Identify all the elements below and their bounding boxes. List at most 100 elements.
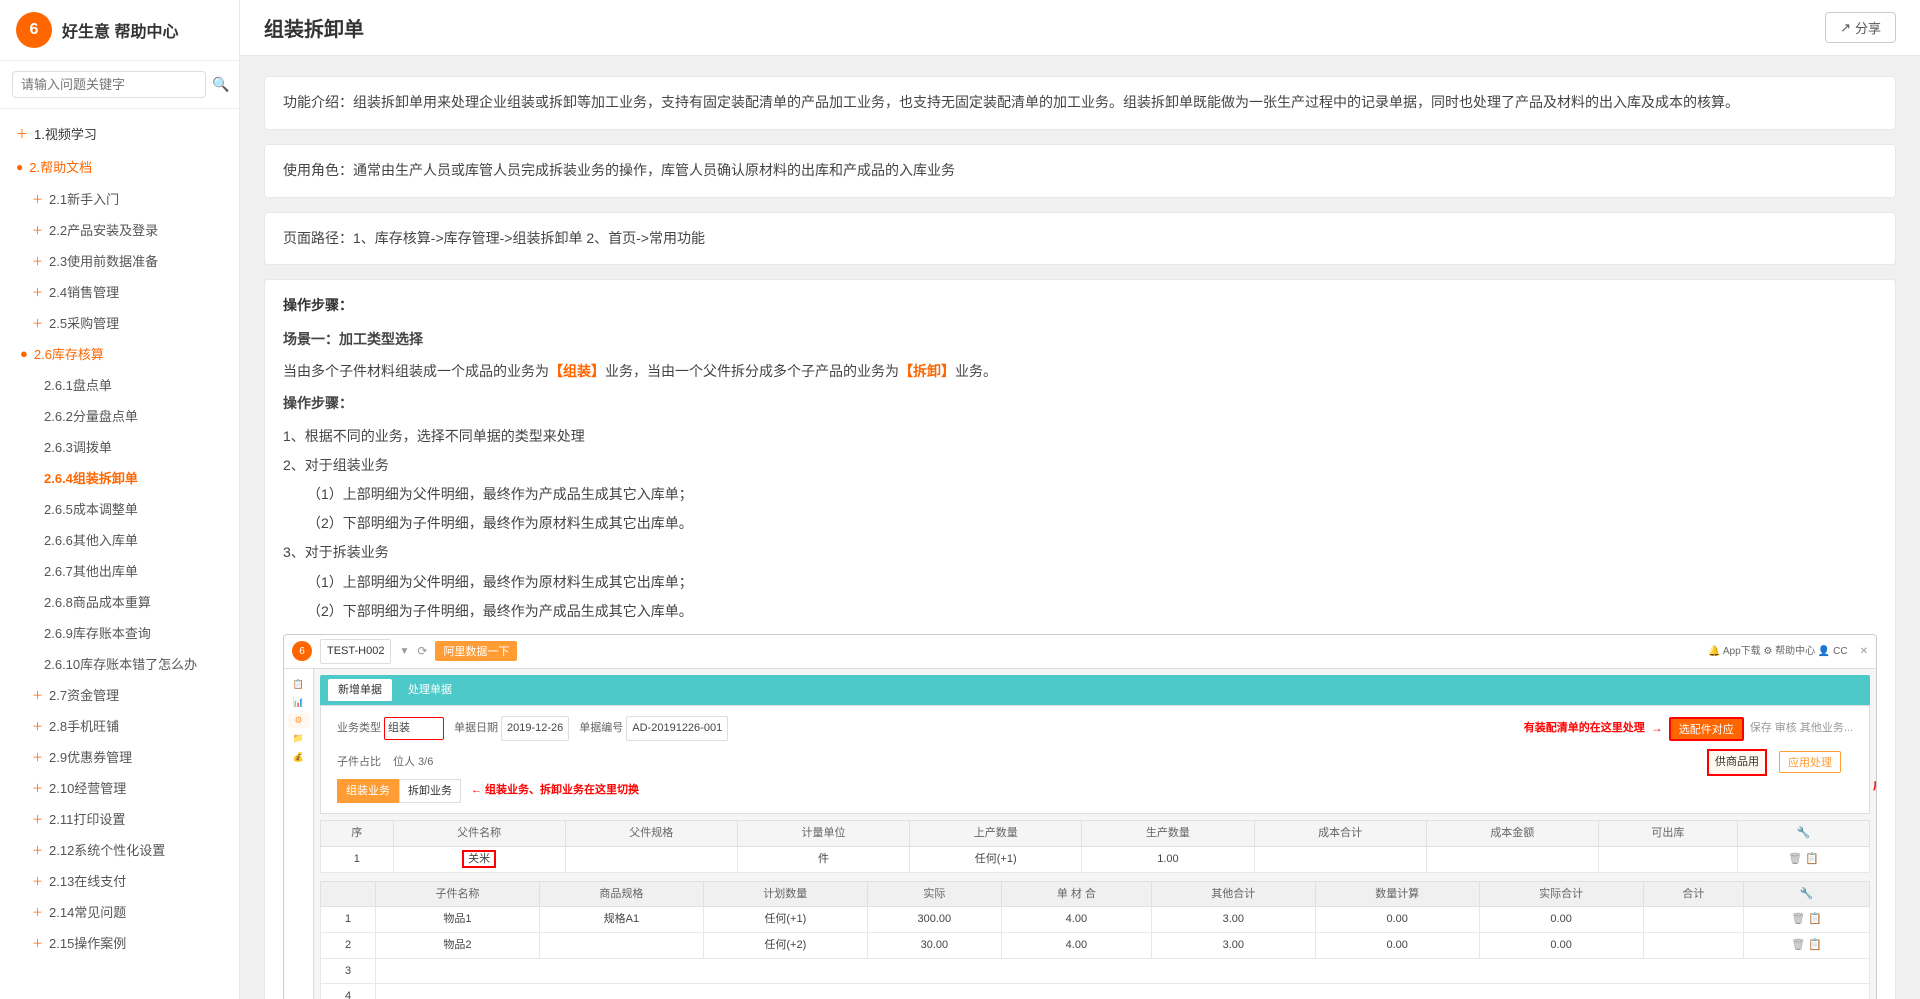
table1-cell-0-1: 关米 <box>393 847 565 873</box>
nav-item-267[interactable]: 2.6.7其他出库单 <box>0 555 239 586</box>
nav-group-label-2: 2.帮助文档 <box>29 157 92 176</box>
nav-item-212[interactable]: ＋ 2.12系统个性化设置 <box>0 834 239 865</box>
table1-cell-0-5: 1.00 <box>1082 847 1254 873</box>
search-input[interactable] <box>12 71 206 98</box>
step-3-2: （2）下部明细为子件明细，最终作为产成品生成其它入库单。 <box>307 599 1877 624</box>
table1-th-6: 成本合计 <box>1254 821 1426 847</box>
path-text: 页面路径：1、库存核算->库存管理->组装拆卸单 2、首页->常用功能 <box>283 227 1877 251</box>
nav-item-268[interactable]: 2.6.8商品成本重算 <box>0 586 239 617</box>
expand-icon-212: ＋ <box>32 842 43 858</box>
steps-card: 操作步骤： 场景一：加工类型选择 当由多个子件材料组装成一个成品的业务为【组装】… <box>264 279 1896 999</box>
expand-icon-23: ＋ <box>32 253 43 269</box>
step-3: 3、对于拆装业务 <box>283 540 1877 565</box>
screenshot-select-btn[interactable]: 选配件对应 <box>1669 717 1744 741</box>
nav-group-title-2[interactable]: ● 2.帮助文档 <box>0 150 239 183</box>
nav-item-23[interactable]: ＋ 2.3使用前数据准备 <box>0 245 239 276</box>
annotation1-group: 有装配清单的在这里处理 → 选配件对应 保存 审核 其他业务... <box>1524 717 1853 741</box>
nav-label-211: 2.11打印设置 <box>49 809 125 828</box>
screenshot-apply-btn[interactable]: 应用处理 <box>1779 751 1841 773</box>
table2-cell-3-0: 4 <box>321 984 376 999</box>
content-area: 功能介绍：组装拆卸单用来处理企业组装或拆卸等加工业务，支持有固定装配清单的产品加… <box>240 56 1920 999</box>
screenshot-table2-container: 子件名称 商品规格 计划数量 实际 单 材 合 其他合计 数量计算 实际合计 <box>320 877 1870 999</box>
nav-item-213[interactable]: ＋ 2.13在线支付 <box>0 865 239 896</box>
page-title: 组装拆卸单 <box>264 13 364 42</box>
table2-th-6: 其他合计 <box>1151 881 1315 907</box>
table2-row-1: 2 物品2 任何(+2) 30.00 4.00 3.00 0.00 <box>321 933 1870 959</box>
table2-cell-1-4: 30.00 <box>867 933 1001 959</box>
nav-item-269[interactable]: 2.6.9库存账本查询 <box>0 617 239 648</box>
expand-icon-27: ＋ <box>32 687 43 703</box>
nav-item-22[interactable]: ＋ 2.2产品安装及登录 <box>0 214 239 245</box>
table2-cell-1-1: 物品2 <box>376 933 540 959</box>
table1-cell-0-0: 1 <box>321 847 394 873</box>
nav-item-21[interactable]: ＋ 2.1新手入门 <box>0 183 239 214</box>
nav-item-264[interactable]: 2.6.4组装拆卸单 <box>0 462 239 493</box>
app-title: 好生意 帮助中心 <box>62 18 178 42</box>
nav-item-263[interactable]: 2.6.3调拨单 <box>0 431 239 462</box>
nav-item-29[interactable]: ＋ 2.9优惠券管理 <box>0 741 239 772</box>
nav-item-266[interactable]: 2.6.6其他入库单 <box>0 524 239 555</box>
table2-cell-2-0: 3 <box>321 958 376 984</box>
expand-icon-210: ＋ <box>32 780 43 796</box>
nav-label-268: 2.6.8商品成本重算 <box>44 592 151 611</box>
table2-th-7: 数量计算 <box>1315 881 1479 907</box>
nav-item-28[interactable]: ＋ 2.8手机旺铺 <box>0 710 239 741</box>
table2-th-10: 🔧 <box>1744 881 1870 907</box>
screenshot-form-row2: 子件占比 位人 3/6 供商品用 应用处理 启用处理 <box>329 746 1861 779</box>
screenshot-table2-wrap: 子件名称 商品规格 计划数量 实际 单 材 合 其他合计 数量计算 实际合计 <box>320 877 1870 999</box>
table2-cell-1-8: 0.00 <box>1479 933 1643 959</box>
nav-item-27[interactable]: ＋ 2.7资金管理 <box>0 679 239 710</box>
screenshot-logo: 6 <box>292 641 312 661</box>
nav-group-title-1[interactable]: ＋ 1.视频学习 <box>0 117 239 150</box>
table1-cell-0-3: 件 <box>737 847 909 873</box>
search-icon[interactable]: 🔍 <box>212 76 229 93</box>
nav-group-2: ● 2.帮助文档 ＋ 2.1新手入门 ＋ 2.2产品安装及登录 ＋ 2.3使用前… <box>0 150 239 958</box>
screenshot-label-sm2: 位人 3/6 <box>393 753 433 772</box>
nav-label-23: 2.3使用前数据准备 <box>49 251 158 270</box>
search-box: 🔍 <box>0 61 239 109</box>
nav-subgroup-26[interactable]: ● 2.6库存核算 <box>0 338 239 369</box>
table1-input-name[interactable]: 关米 <box>462 850 496 868</box>
nav-label-269: 2.6.9库存账本查询 <box>44 623 151 642</box>
nav-label-215: 2.15操作案例 <box>49 933 126 952</box>
share-button[interactable]: ↗ 分享 <box>1825 12 1896 43</box>
screenshot-field-type: 业务类型 组装 <box>337 717 444 740</box>
nav-item-214[interactable]: ＋ 2.14常见问题 <box>0 896 239 927</box>
nav-subgroup-children-26: 2.6.1盘点单 2.6.2分量盘点单 2.6.3调拨单 2.6.4组装拆卸单 … <box>0 369 239 679</box>
annotation2-text: 启用处理 <box>1873 777 1877 796</box>
table1-th-4: 上产数量 <box>910 821 1082 847</box>
screenshot-content: 新增单据 处理单据 业务类型 组装 单据日期 <box>314 669 1876 999</box>
table2-cell-3-rest <box>376 984 1870 999</box>
nav-item-25[interactable]: ＋ 2.5采购管理 <box>0 307 239 338</box>
nav-item-2610[interactable]: 2.6.10库存账本错了怎么办 <box>0 648 239 679</box>
annotation1-text: 有装配清单的在这里处理 <box>1524 719 1645 738</box>
nav-item-215[interactable]: ＋ 2.15操作案例 <box>0 927 239 958</box>
screenshot-nav-btn[interactable]: 阿里数据一下 <box>435 641 517 661</box>
table2-row-2: 3 <box>321 958 1870 984</box>
table1-cell-0-7 <box>1426 847 1598 873</box>
nav-item-261[interactable]: 2.6.1盘点单 <box>0 369 239 400</box>
step-2: 2、对于组装业务 <box>283 453 1877 478</box>
table1-th-8: 可出库 <box>1598 821 1737 847</box>
table1-th-9: 🔧 <box>1737 821 1869 847</box>
screenshot-date-label: 单据日期 <box>454 719 498 738</box>
table2-cell-2-rest <box>376 958 1870 984</box>
table2-cell-1-6: 3.00 <box>1151 933 1315 959</box>
screenshot-label-sm: 子件占比 <box>337 753 381 772</box>
screenshot-business-row: 组装业务 拆卸业务 ← 组装业务、拆卸业务在这里切换 <box>329 779 1861 809</box>
nav-item-265[interactable]: 2.6.5成本调整单 <box>0 493 239 524</box>
screenshot-mini-sidebar: 📋 📊 ⚙ 📁 💰 <box>284 669 314 999</box>
nav-item-211[interactable]: ＋ 2.11打印设置 <box>0 803 239 834</box>
table2-cell-0-0: 1 <box>321 907 376 933</box>
nav-item-24[interactable]: ＋ 2.4销售管理 <box>0 276 239 307</box>
nav-group-label-1: 1.视频学习 <box>34 124 97 143</box>
table1-th-2: 父件规格 <box>565 821 737 847</box>
intro-text: 功能介绍：组装拆卸单用来处理企业组装或拆卸等加工业务，支持有固定装配清单的产品加… <box>283 91 1877 115</box>
table2-cell-0-3: 任何(+1) <box>703 907 867 933</box>
table2-cell-1-10: 🗑 📋 <box>1744 933 1870 959</box>
table1-cell-0-8 <box>1598 847 1737 873</box>
nav-item-262[interactable]: 2.6.2分量盘点单 <box>0 400 239 431</box>
screenshot-main: 📋 📊 ⚙ 📁 💰 新增单据 处理单据 <box>284 669 1876 999</box>
nav-item-210[interactable]: ＋ 2.10经营管理 <box>0 772 239 803</box>
arrow-right-icon: → <box>1651 718 1663 738</box>
